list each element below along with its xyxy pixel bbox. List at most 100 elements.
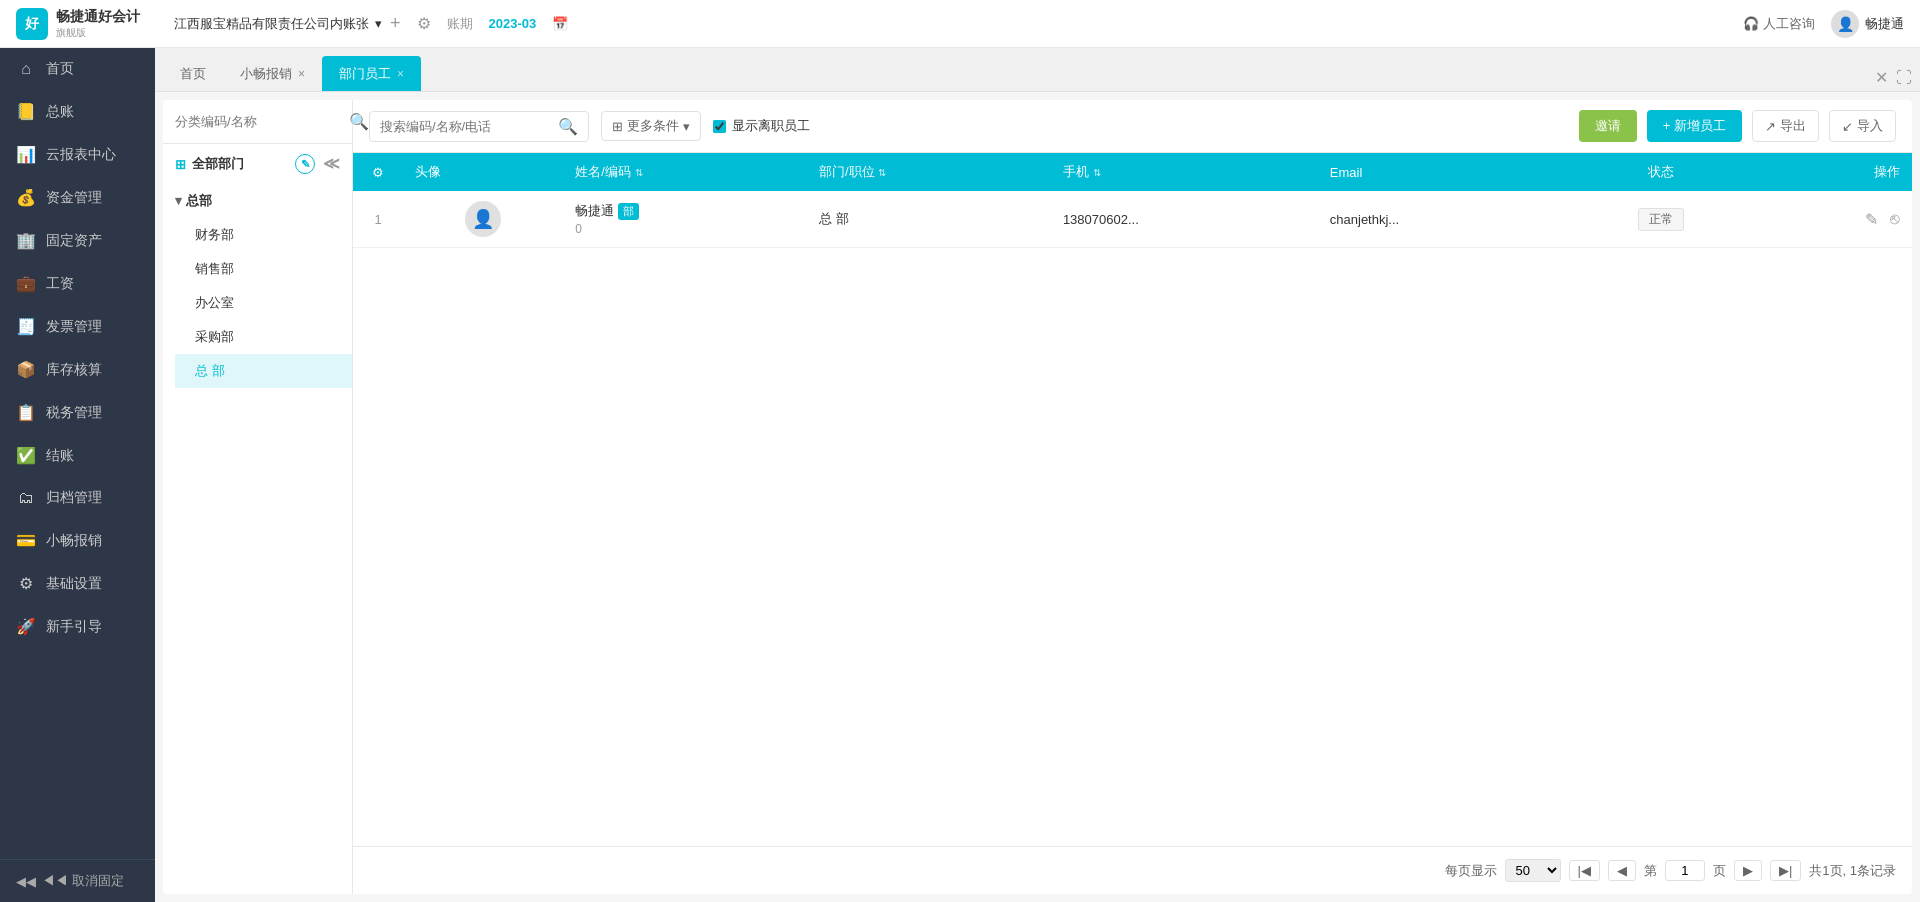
expense-icon: 💳 [16, 531, 36, 550]
tab-expense-label: 小畅报销 [240, 65, 292, 83]
sidebar-item-tax[interactable]: 📋 税务管理 [0, 391, 155, 434]
next-page-button[interactable]: ▶ [1734, 860, 1762, 881]
show-resigned-checkbox[interactable] [713, 120, 726, 133]
company-selector[interactable]: 江西服宝精品有限责任公司内账张 ▾ [166, 11, 390, 37]
avatar-icon: 👤 [1837, 16, 1854, 32]
company-dropdown-icon: ▾ [375, 16, 382, 31]
logo-text-group: 畅捷通好会计 旗舰版 [56, 8, 140, 40]
tab-home[interactable]: 首页 [163, 56, 223, 91]
dept-item-finance[interactable]: 财务部 [175, 218, 352, 252]
sidebar-item-home[interactable]: ⌂ 首页 [0, 48, 155, 90]
tab-expense[interactable]: 小畅报销 × [223, 56, 322, 91]
sidebar-item-funds[interactable]: 💰 资金管理 [0, 176, 155, 219]
status-badge: 正常 [1638, 208, 1684, 231]
per-page-label: 每页显示 [1445, 862, 1497, 880]
edit-dept-button[interactable]: ✎ [295, 154, 315, 174]
home-icon: ⌂ [16, 60, 36, 78]
delete-employee-button[interactable]: ⎋ [1890, 210, 1900, 228]
page-number-input[interactable] [1665, 860, 1705, 881]
tab-close-button[interactable]: ✕ [1875, 68, 1888, 87]
dept-general-label: 总 部 [195, 363, 225, 378]
col-settings[interactable]: ⚙ [353, 153, 403, 191]
consult-button[interactable]: 🎧 人工咨询 [1743, 15, 1815, 33]
sidebar-item-guide[interactable]: 🚀 新手引导 [0, 605, 155, 648]
sidebar-item-reports[interactable]: 📊 云报表中心 [0, 133, 155, 176]
assets-icon: 🏢 [16, 231, 36, 250]
sidebar-label-expense: 小畅报销 [46, 532, 102, 550]
table-header-row: ⚙ 头像 姓名/编码 ⇅ 部门/职位 ⇅ [353, 153, 1912, 191]
import-button[interactable]: ↙ 导入 [1829, 110, 1896, 142]
filter-dropdown-icon: ▾ [683, 119, 690, 134]
calendar-icon[interactable]: 📅 [552, 16, 568, 31]
period-label: 账期 [447, 15, 473, 33]
tab-employee[interactable]: 部门员工 × [322, 56, 421, 91]
employee-search-input[interactable] [380, 119, 552, 134]
show-resigned-label[interactable]: 显示离职员工 [713, 117, 810, 135]
dept-header-left: ⊞ 全部部门 [175, 155, 244, 173]
logo-icon: 好 [16, 8, 48, 40]
tab-employee-close[interactable]: × [397, 67, 404, 81]
collapse-dept-button[interactable]: ≪ [323, 154, 340, 174]
export-icon: ↗ [1765, 119, 1776, 134]
expand-icon: ▾ [175, 193, 186, 208]
dept-header: ⊞ 全部部门 ✎ ≪ [163, 144, 352, 184]
invite-button[interactable]: 邀请 [1579, 110, 1637, 142]
filter-button[interactable]: ⊞ 更多条件 ▾ [601, 111, 701, 141]
toolbar-right: 邀请 + 新增员工 ↗ 导出 ↙ 导入 [1579, 110, 1896, 142]
show-resigned-text: 显示离职员工 [732, 117, 810, 135]
sidebar-label-salary: 工资 [46, 275, 74, 293]
sidebar-item-ledger[interactable]: 📒 总账 [0, 90, 155, 133]
tab-expense-close[interactable]: × [298, 67, 305, 81]
import-icon: ↙ [1842, 119, 1853, 134]
sidebar-item-salary[interactable]: 💼 工资 [0, 262, 155, 305]
col-status: 状态 [1567, 153, 1754, 191]
checkout-icon: ✅ [16, 446, 36, 465]
dept-finance-label: 财务部 [195, 227, 234, 242]
sidebar-label-invoice: 发票管理 [46, 318, 102, 336]
sidebar-label-assets: 固定资产 [46, 232, 102, 250]
sidebar-item-inventory[interactable]: 📦 库存核算 [0, 348, 155, 391]
row-actions: ✎ ⎋ [1754, 191, 1912, 248]
first-page-button[interactable]: |◀ [1569, 860, 1600, 881]
dept-item-office[interactable]: 办公室 [175, 286, 352, 320]
name-sort-icon[interactable]: ⇅ [635, 167, 643, 178]
settings-button[interactable]: ⚙ [417, 14, 431, 33]
dept-item-general[interactable]: 总 部 [175, 354, 352, 388]
pin-icon: ◀◀ [16, 874, 36, 889]
avatar-person-icon: 👤 [472, 208, 494, 230]
add-book-button[interactable]: + [390, 13, 401, 34]
cancel-pin-button[interactable]: ◀◀ ◀◀ 取消固定 [0, 859, 155, 902]
per-page-select[interactable]: 50 100 200 [1505, 859, 1561, 882]
col-phone: 手机 ⇅ [1051, 153, 1318, 191]
user-name: 畅捷通 [1865, 15, 1904, 33]
sidebar-label-checkout: 结账 [46, 447, 74, 465]
sidebar-item-expense[interactable]: 💳 小畅报销 [0, 519, 155, 562]
last-page-button[interactable]: ▶| [1770, 860, 1801, 881]
employee-search-box: 🔍 [369, 111, 589, 142]
row-index: 1 [353, 191, 403, 248]
row-status: 正常 [1567, 191, 1754, 248]
app-sub: 旗舰版 [56, 26, 140, 40]
dept-search-input[interactable] [175, 114, 343, 129]
page-label: 第 [1644, 862, 1657, 880]
sidebar-item-checkout[interactable]: ✅ 结账 [0, 434, 155, 477]
dept-item-purchase[interactable]: 采购部 [175, 320, 352, 354]
invoice-icon: 🧾 [16, 317, 36, 336]
dept-header-icons: ✎ ≪ [295, 154, 340, 174]
employee-search-icon[interactable]: 🔍 [558, 117, 578, 136]
phone-sort-icon[interactable]: ⇅ [1093, 167, 1101, 178]
avatar-cell: 👤 [415, 201, 551, 237]
dept-sort-icon[interactable]: ⇅ [878, 167, 886, 178]
prev-page-button[interactable]: ◀ [1608, 860, 1636, 881]
sidebar-item-settings[interactable]: ⚙ 基础设置 [0, 562, 155, 605]
sidebar-item-assets[interactable]: 🏢 固定资产 [0, 219, 155, 262]
sidebar-item-archive[interactable]: 🗂 归档管理 [0, 477, 155, 519]
tab-expand-button[interactable]: ⛶ [1896, 69, 1912, 87]
col-email: Email [1318, 153, 1567, 191]
user-area[interactable]: 👤 畅捷通 [1831, 10, 1904, 38]
export-button[interactable]: ↗ 导出 [1752, 110, 1819, 142]
sidebar-item-invoice[interactable]: 🧾 发票管理 [0, 305, 155, 348]
add-employee-button[interactable]: + 新增员工 [1647, 110, 1742, 142]
dept-item-sales[interactable]: 销售部 [175, 252, 352, 286]
edit-employee-button[interactable]: ✎ [1865, 210, 1878, 229]
